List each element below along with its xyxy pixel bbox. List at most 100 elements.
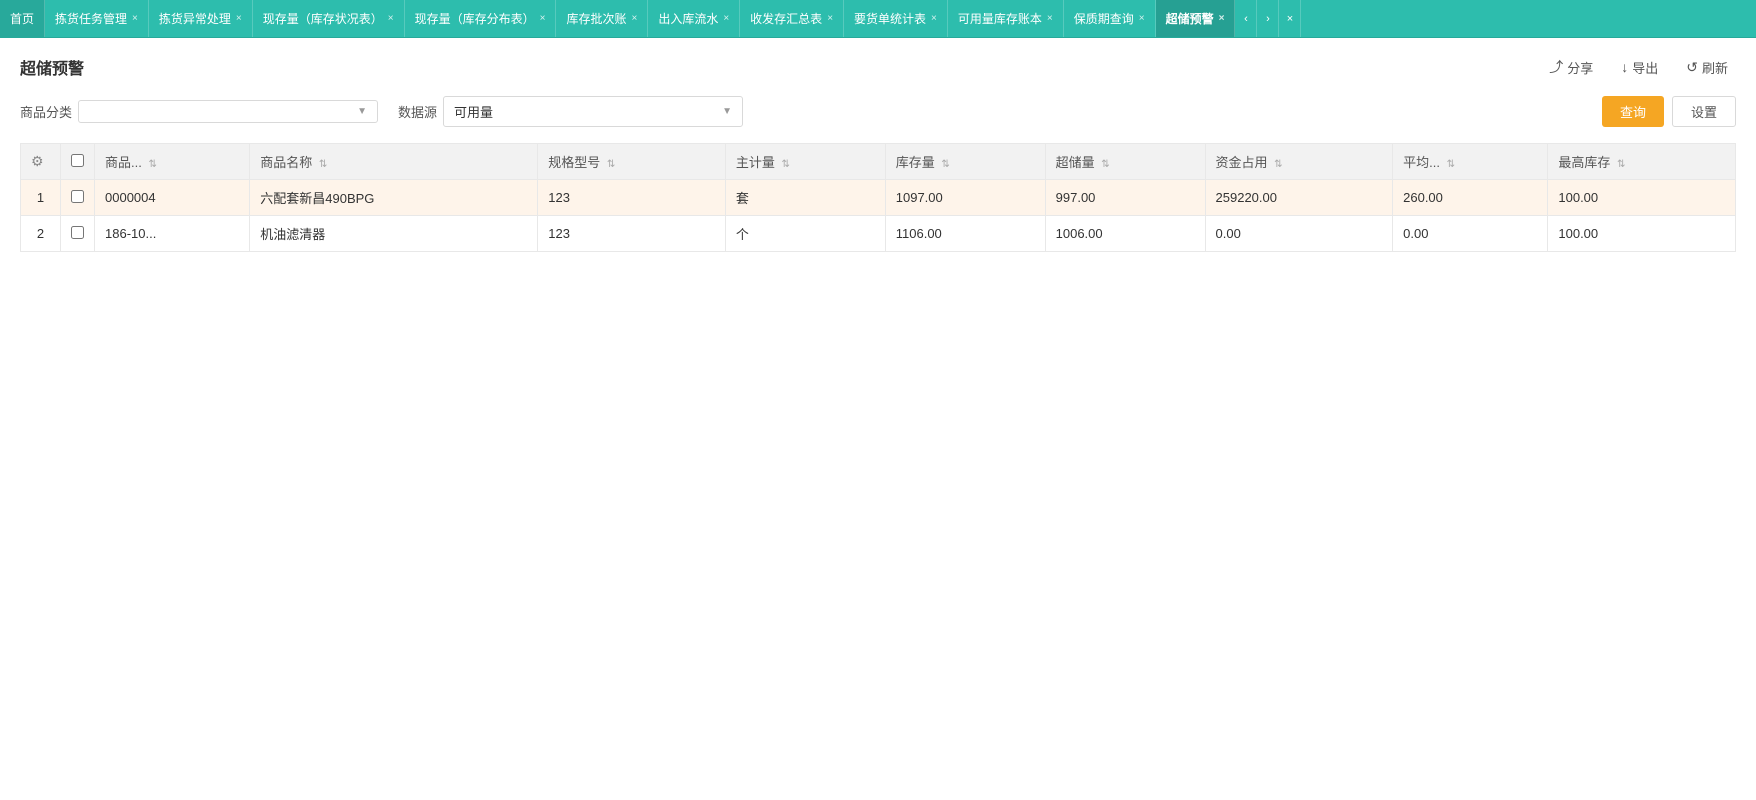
nav-stock-batch[interactable]: 库存批次账 × bbox=[556, 0, 648, 37]
col-capital: 资金占用 ⇅ bbox=[1205, 144, 1393, 180]
col-avg: 平均... ⇅ bbox=[1393, 144, 1548, 180]
row-checkbox-cell bbox=[61, 216, 95, 252]
nav-prev-arrow[interactable]: ‹ bbox=[1235, 0, 1257, 37]
share-icon: ⤴ bbox=[1549, 57, 1563, 77]
page-header: 超储预警 ⤴ 分享 ↓ 导出 ↺ 刷新 bbox=[20, 54, 1736, 80]
col-unit: 主计量 ⇅ bbox=[725, 144, 885, 180]
nav-more-arrow[interactable]: × bbox=[1279, 0, 1301, 37]
sort-icon[interactable]: ⇅ bbox=[148, 159, 156, 170]
nav-home[interactable]: 首页 bbox=[0, 0, 45, 37]
product-code: 186-10... bbox=[95, 216, 250, 252]
close-icon[interactable]: × bbox=[236, 13, 242, 24]
data-table: ⚙ 商品... ⇅ 商品名称 ⇅ 规格型号 ⇅ 主计量 bbox=[20, 143, 1736, 252]
datasource-select[interactable]: 可用量 ▼ bbox=[443, 96, 743, 127]
close-icon[interactable]: × bbox=[1139, 13, 1145, 24]
gear-icon[interactable]: ⚙ bbox=[31, 153, 44, 169]
category-filter: 商品分类 ▼ bbox=[20, 100, 378, 123]
product-code: 0000004 bbox=[95, 180, 250, 216]
close-icon[interactable]: × bbox=[1219, 13, 1225, 24]
sort-icon[interactable]: ⇅ bbox=[782, 159, 790, 170]
row-number: 1 bbox=[21, 180, 61, 216]
sort-icon[interactable]: ⇅ bbox=[1274, 159, 1282, 170]
row-checkbox[interactable] bbox=[71, 226, 84, 239]
nav-next-arrow[interactable]: › bbox=[1257, 0, 1279, 37]
product-name: 六配套新昌490BPG bbox=[250, 180, 538, 216]
category-label: 商品分类 bbox=[20, 102, 72, 121]
avg: 260.00 bbox=[1393, 180, 1548, 216]
nav-receive-send[interactable]: 收发存汇总表 × bbox=[740, 0, 844, 37]
stock: 1106.00 bbox=[885, 216, 1045, 252]
nav-stock-status[interactable]: 现存量（库存状况表） × bbox=[253, 0, 405, 37]
close-icon[interactable]: × bbox=[132, 13, 138, 24]
nav-overstock-warning[interactable]: 超储预警 × bbox=[1156, 0, 1236, 37]
nav-quality-check[interactable]: 保质期查询 × bbox=[1064, 0, 1156, 37]
table-row: 2 186-10... 机油滤清器 123 个 1106.00 1006.00 … bbox=[21, 216, 1736, 252]
page-title: 超储预警 bbox=[20, 55, 84, 79]
unit: 个 bbox=[725, 216, 885, 252]
share-button[interactable]: ⤴ 分享 bbox=[1541, 54, 1601, 80]
spec: 123 bbox=[538, 180, 726, 216]
table-header-row: ⚙ 商品... ⇅ 商品名称 ⇅ 规格型号 ⇅ 主计量 bbox=[21, 144, 1736, 180]
nav-stock-dist[interactable]: 现存量（库存分布表） × bbox=[405, 0, 557, 37]
close-icon[interactable]: × bbox=[1047, 13, 1053, 24]
export-button[interactable]: ↓ 导出 bbox=[1613, 55, 1666, 80]
nav-inout-flow[interactable]: 出入库流水 × bbox=[648, 0, 740, 37]
checkbox-column-header bbox=[61, 144, 95, 180]
chevron-down-icon: ▼ bbox=[722, 106, 732, 117]
select-all-checkbox[interactable] bbox=[71, 154, 84, 167]
filter-row: 商品分类 ▼ 数据源 可用量 ▼ 查询 设置 bbox=[20, 96, 1736, 127]
col-product-name: 商品名称 ⇅ bbox=[250, 144, 538, 180]
close-icon[interactable]: × bbox=[540, 13, 546, 24]
col-spec: 规格型号 ⇅ bbox=[538, 144, 726, 180]
sort-icon[interactable]: ⇅ bbox=[941, 159, 949, 170]
nav-pick-exception[interactable]: 拣货异常处理 × bbox=[149, 0, 253, 37]
col-over-stock: 超储量 ⇅ bbox=[1045, 144, 1205, 180]
category-select[interactable]: ▼ bbox=[78, 100, 378, 123]
refresh-icon: ↺ bbox=[1686, 59, 1698, 76]
close-icon[interactable]: × bbox=[931, 13, 937, 24]
settings-button[interactable]: 设置 bbox=[1672, 96, 1736, 127]
col-stock: 库存量 ⇅ bbox=[885, 144, 1045, 180]
avg: 0.00 bbox=[1393, 216, 1548, 252]
close-icon[interactable]: × bbox=[723, 13, 729, 24]
over-stock: 997.00 bbox=[1045, 180, 1205, 216]
capital: 0.00 bbox=[1205, 216, 1393, 252]
header-actions: ⤴ 分享 ↓ 导出 ↺ 刷新 bbox=[1541, 54, 1736, 80]
sort-icon[interactable]: ⇅ bbox=[1447, 159, 1455, 170]
unit: 套 bbox=[725, 180, 885, 216]
sort-icon[interactable]: ⇅ bbox=[319, 159, 327, 170]
chevron-down-icon: ▼ bbox=[357, 106, 367, 117]
sort-icon[interactable]: ⇅ bbox=[607, 159, 615, 170]
query-button[interactable]: 查询 bbox=[1602, 96, 1664, 127]
stock: 1097.00 bbox=[885, 180, 1045, 216]
refresh-button[interactable]: ↺ 刷新 bbox=[1678, 55, 1736, 80]
datasource-filter: 数据源 可用量 ▼ bbox=[398, 96, 743, 127]
export-icon: ↓ bbox=[1621, 59, 1628, 75]
row-checkbox-cell bbox=[61, 180, 95, 216]
close-icon[interactable]: × bbox=[631, 13, 637, 24]
datasource-label: 数据源 bbox=[398, 102, 437, 121]
table-row: 1 0000004 六配套新昌490BPG 123 套 1097.00 997.… bbox=[21, 180, 1736, 216]
top-navigation: 首页 拣货任务管理 × 拣货异常处理 × 现存量（库存状况表） × 现存量（库存… bbox=[0, 0, 1756, 38]
product-name: 机油滤清器 bbox=[250, 216, 538, 252]
gear-column-header: ⚙ bbox=[21, 144, 61, 180]
max-stock: 100.00 bbox=[1548, 180, 1736, 216]
row-number: 2 bbox=[21, 216, 61, 252]
close-icon[interactable]: × bbox=[388, 13, 394, 24]
col-product-code: 商品... ⇅ bbox=[95, 144, 250, 180]
row-checkbox[interactable] bbox=[71, 190, 84, 203]
datasource-value: 可用量 bbox=[454, 102, 493, 121]
sort-icon[interactable]: ⇅ bbox=[1617, 159, 1625, 170]
spec: 123 bbox=[538, 216, 726, 252]
col-max-stock: 最高库存 ⇅ bbox=[1548, 144, 1736, 180]
sort-icon[interactable]: ⇅ bbox=[1101, 159, 1109, 170]
over-stock: 1006.00 bbox=[1045, 216, 1205, 252]
nav-avail-stock[interactable]: 可用量库存账本 × bbox=[948, 0, 1064, 37]
max-stock: 100.00 bbox=[1548, 216, 1736, 252]
capital: 259220.00 bbox=[1205, 180, 1393, 216]
page-content: 超储预警 ⤴ 分享 ↓ 导出 ↺ 刷新 商品分类 ▼ 数据源 bbox=[0, 38, 1756, 800]
filter-buttons: 查询 设置 bbox=[1602, 96, 1736, 127]
close-icon[interactable]: × bbox=[827, 13, 833, 24]
nav-pick-task[interactable]: 拣货任务管理 × bbox=[45, 0, 149, 37]
nav-order-stats[interactable]: 要货单统计表 × bbox=[844, 0, 948, 37]
